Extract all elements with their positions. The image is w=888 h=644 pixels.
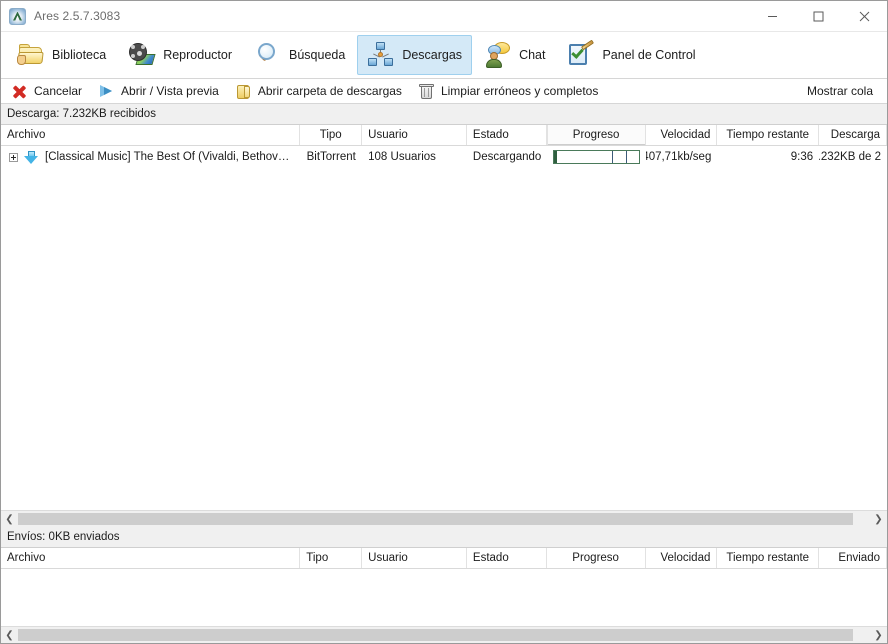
column-header-estado[interactable]: Estado <box>466 125 547 145</box>
tab-biblioteca-label: Biblioteca <box>52 48 107 62</box>
chevron-right-icon[interactable]: ❯ <box>870 511 887 527</box>
clear-finished-button-label: Limpiar erróneos y completos <box>440 84 599 98</box>
column-header-archivo[interactable]: Archivo <box>1 125 301 145</box>
tab-busqueda[interactable]: Búsqueda <box>244 35 355 75</box>
clear-finished-button[interactable]: Limpiar erróneos y completos <box>418 80 598 102</box>
cancel-button-label: Cancelar <box>34 84 83 98</box>
uploads-column-header-enviado[interactable]: Enviado <box>819 548 887 568</box>
tab-panel-de-control[interactable]: Panel de Control <box>557 35 705 75</box>
column-header-tipo[interactable]: Tipo <box>300 125 363 145</box>
folder-icon <box>17 41 45 69</box>
download-arrow-icon <box>24 150 39 165</box>
cell-usuario: 108 Usuarios <box>368 151 436 163</box>
open-preview-button[interactable]: Abrir / Vista previa <box>98 80 219 102</box>
downloads-table: Archivo Tipo Usuario Estado Progreso Vel… <box>1 125 887 510</box>
tab-panel-de-control-label: Panel de Control <box>602 48 696 62</box>
progress-bar <box>552 150 640 164</box>
uploads-table-header: Archivo Tipo Usuario Estado Progreso Vel… <box>1 548 887 569</box>
main-toolbar: Biblioteca Reproductor Búsqueda Descarga… <box>1 32 887 79</box>
magnifier-icon <box>254 41 282 69</box>
scrollbar-thumb[interactable] <box>18 513 853 525</box>
ares-main-window: Ares 2.5.7.3083 Biblioteca Reproductor B… <box>0 0 888 644</box>
trash-icon <box>418 83 435 100</box>
checklist-icon <box>567 39 595 69</box>
downloads-status-text: Descarga: 7.232KB recibidos <box>7 108 156 120</box>
column-header-velocidad[interactable]: Velocidad <box>645 125 718 145</box>
column-header-descarga[interactable]: Descarga <box>819 125 887 145</box>
tab-chat-label: Chat <box>519 48 546 62</box>
cell-tipo: BitTorrent <box>306 151 356 163</box>
downloads-table-header: Archivo Tipo Usuario Estado Progreso Vel… <box>1 125 887 146</box>
uploads-column-header-progreso[interactable]: Progreso <box>546 548 646 568</box>
column-header-progreso[interactable]: Progreso <box>546 125 646 145</box>
chat-icon <box>484 41 512 69</box>
cell-velocidad: 407,71kb/seg <box>645 151 712 163</box>
network-icon <box>367 41 395 69</box>
title-bar: Ares 2.5.7.3083 <box>1 1 887 32</box>
window-controls <box>749 1 887 32</box>
column-header-usuario[interactable]: Usuario <box>362 125 467 145</box>
cell-archivo[interactable]: [Classical Music] The Best Of (Vivaldi, … <box>1 146 300 168</box>
downloads-horizontal-scrollbar[interactable]: ❮ ❯ <box>1 510 887 527</box>
uploads-pane: Envíos: 0KB enviados Archivo Tipo Usuari… <box>1 527 887 643</box>
uploads-column-header-tiempo-restante[interactable]: Tiempo restante <box>717 548 820 568</box>
uploads-horizontal-scrollbar[interactable]: ❮ ❯ <box>1 626 887 643</box>
maximize-icon[interactable] <box>795 1 841 32</box>
downloads-empty-area <box>1 168 887 510</box>
uploads-scrollbar-thumb[interactable] <box>18 629 853 641</box>
uploads-status-text: Envíos: 0KB enviados <box>7 531 120 543</box>
cancel-button[interactable]: Cancelar <box>11 80 82 102</box>
open-folder-icon <box>235 83 252 100</box>
uploads-column-header-tipo[interactable]: Tipo <box>300 548 363 568</box>
cell-descarga: 7.232KB de 2 <box>819 151 881 163</box>
progress-bar-fill <box>553 151 557 163</box>
chevron-left-icon[interactable]: ❮ <box>1 511 18 527</box>
expand-row-icon[interactable] <box>9 152 18 162</box>
scrollbar-track[interactable] <box>18 511 870 527</box>
cell-estado: Descargando <box>472 151 542 163</box>
uploads-column-header-archivo[interactable]: Archivo <box>1 548 301 568</box>
tab-busqueda-label: Búsqueda <box>289 48 346 62</box>
tab-biblioteca[interactable]: Biblioteca <box>7 35 116 75</box>
cell-tiempo-restante: 9:36 <box>790 151 814 163</box>
table-row[interactable]: [Classical Music] The Best Of (Vivaldi, … <box>1 146 887 168</box>
tab-chat[interactable]: Chat <box>474 35 555 75</box>
cell-archivo-text: [Classical Music] The Best Of (Vivaldi, … <box>45 151 295 163</box>
uploads-chevron-right-icon[interactable]: ❯ <box>870 627 887 643</box>
column-header-tiempo-restante[interactable]: Tiempo restante <box>717 125 820 145</box>
red-x-icon <box>11 83 28 100</box>
open-downloads-folder-button[interactable]: Abrir carpeta de descargas <box>235 80 402 102</box>
minimize-icon[interactable] <box>749 1 795 32</box>
uploads-column-header-velocidad[interactable]: Velocidad <box>645 548 718 568</box>
uploads-scrollbar-track[interactable] <box>18 627 870 643</box>
tab-reproductor-label: Reproductor <box>163 48 232 62</box>
uploads-status-bar: Envíos: 0KB enviados <box>1 527 887 548</box>
open-downloads-folder-button-label: Abrir carpeta de descargas <box>257 84 402 98</box>
action-bar: Cancelar Abrir / Vista previa Abrir carp… <box>1 79 887 104</box>
film-reel-icon <box>128 41 156 69</box>
close-icon[interactable] <box>841 1 887 32</box>
open-preview-button-label: Abrir / Vista previa <box>121 84 219 98</box>
uploads-table: Archivo Tipo Usuario Estado Progreso Vel… <box>1 548 887 626</box>
show-queue-button[interactable]: Mostrar cola <box>807 80 873 102</box>
tab-reproductor[interactable]: Reproductor <box>118 35 242 75</box>
show-queue-label: Mostrar cola <box>806 84 873 98</box>
tab-descargas-label: Descargas <box>402 48 463 62</box>
ares-logo-icon <box>9 7 26 25</box>
uploads-empty-area <box>1 569 887 626</box>
uploads-chevron-left-icon[interactable]: ❮ <box>1 627 18 643</box>
tab-descargas[interactable]: Descargas <box>357 35 473 75</box>
window-title: Ares 2.5.7.3083 <box>34 9 121 23</box>
downloads-status-bar: Descarga: 7.232KB recibidos <box>1 104 887 125</box>
play-icon <box>98 83 115 100</box>
uploads-column-header-estado[interactable]: Estado <box>466 548 547 568</box>
cell-progreso <box>547 146 646 168</box>
uploads-column-header-usuario[interactable]: Usuario <box>362 548 467 568</box>
